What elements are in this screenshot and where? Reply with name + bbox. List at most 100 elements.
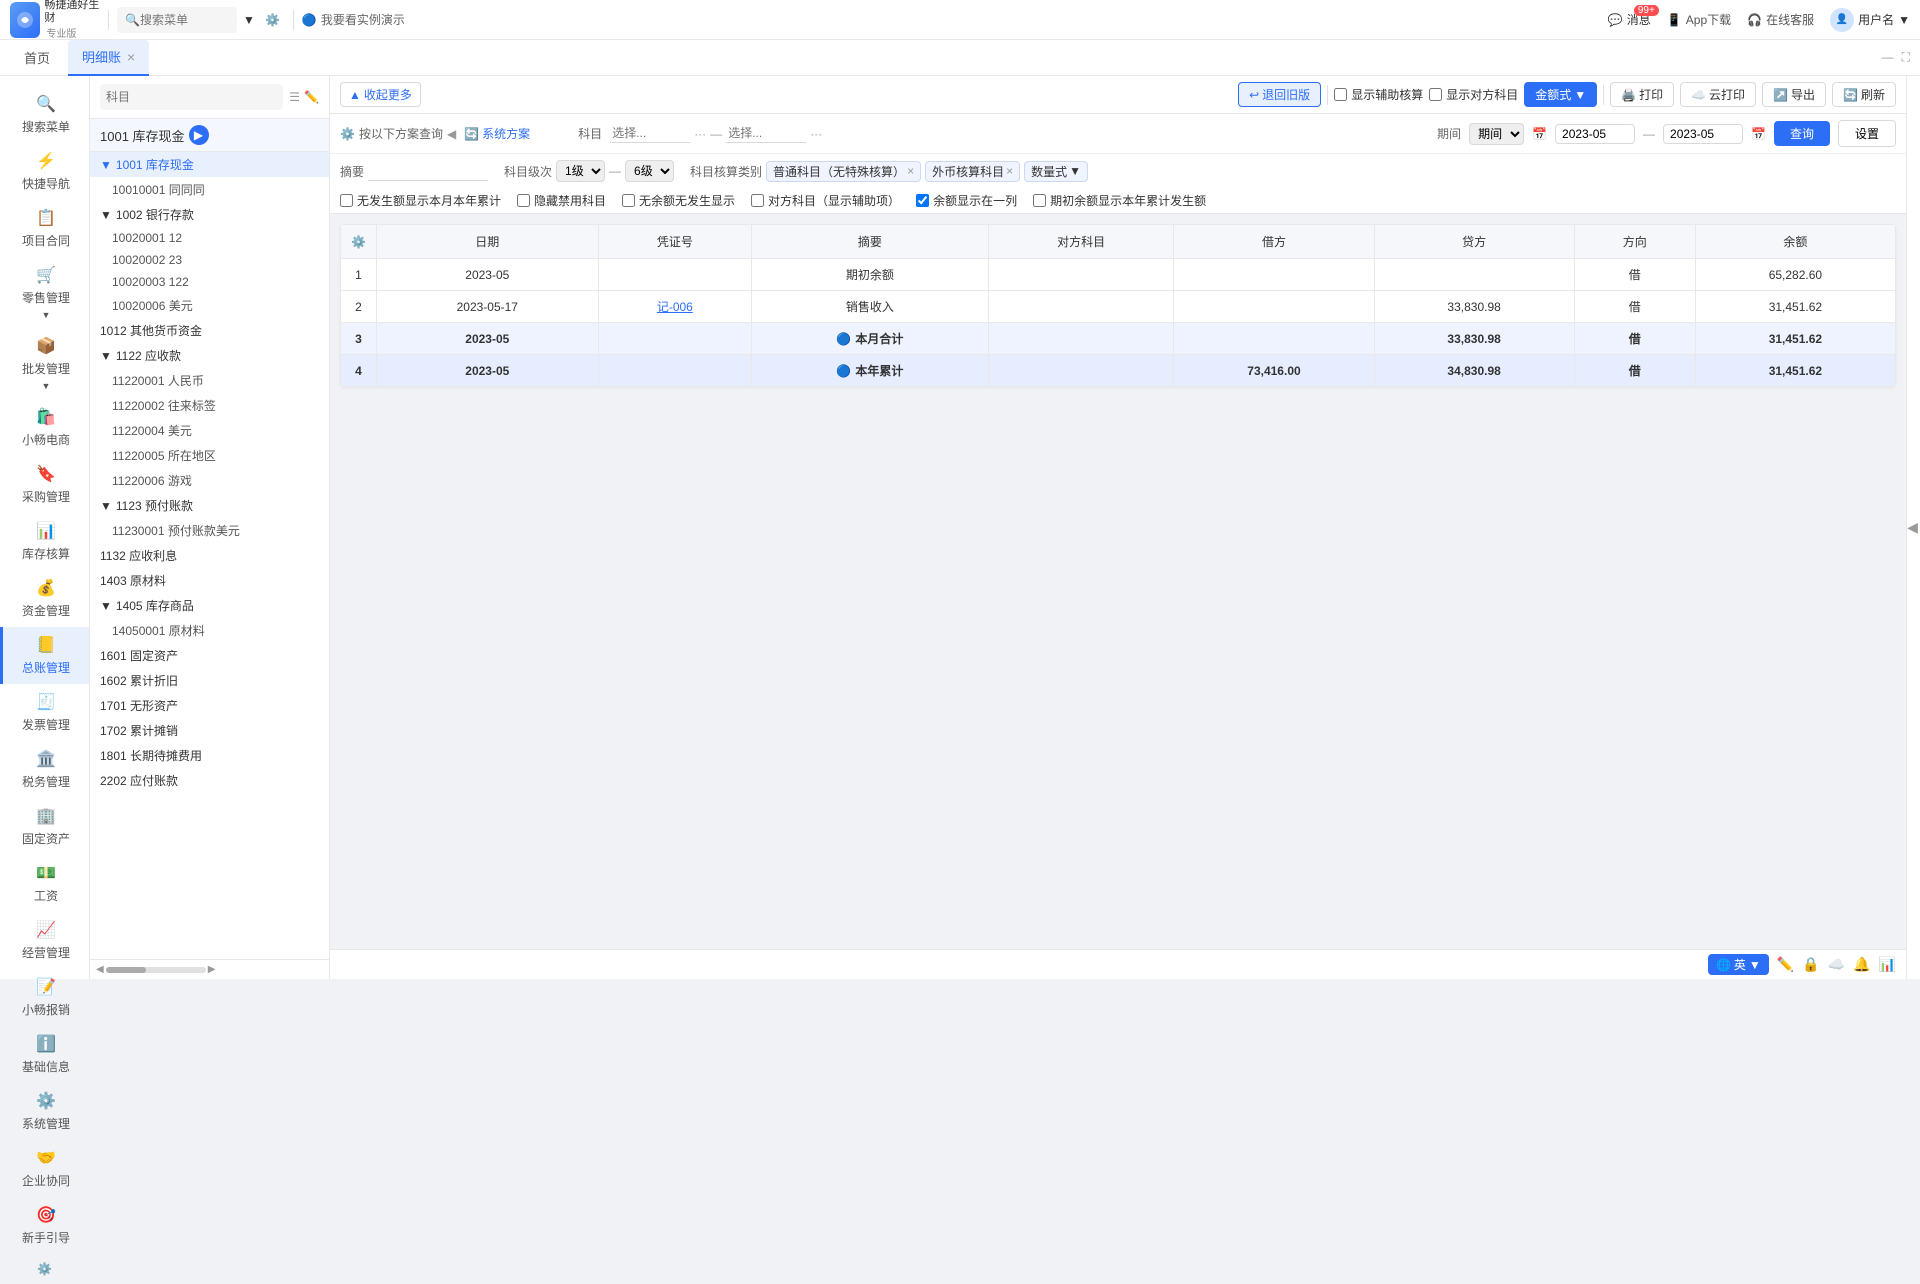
tab-ledger[interactable]: 明细账 × [68,40,149,76]
settings-icon[interactable]: ⚙️ [261,8,285,32]
tab-close-icon[interactable]: × [127,49,135,65]
print-btn[interactable]: 🖨️ 打印 [1610,82,1674,107]
sidebar-item-operations[interactable]: 📈 经营管理 [0,912,89,969]
tree-item-1002[interactable]: ▼ 1002 银行存款 [90,202,329,227]
notification-btn[interactable]: 💬 消息 99+ [1608,11,1651,28]
tree-item-11220006[interactable]: 11220006 游戏 [90,468,329,493]
tree-item-2202[interactable]: 2202 应付账款 [90,768,329,793]
tree-item-1132[interactable]: 1132 应收利息 [90,543,329,568]
currency-mode-btn[interactable]: 金额式 ▼ [1524,82,1597,107]
period-end-input[interactable] [1663,124,1743,144]
export-btn[interactable]: ↗️ 导出 [1762,82,1826,107]
cb-balance-one-col-input[interactable] [916,194,929,207]
cb-hide-disabled-input[interactable] [517,194,530,207]
tab-minimize-icon[interactable]: — [1882,50,1894,65]
sidebar-item-invoice[interactable]: 🧾 发票管理 [0,684,89,741]
sidebar-item-purchase[interactable]: 🔖 采购管理 [0,456,89,513]
filter-left-icon[interactable]: ◀ [447,127,456,141]
tree-item-11230001[interactable]: 11230001 预付账款美元 [90,518,329,543]
cb-contra-subject[interactable]: 对方科目（显示辅助项） [751,192,900,209]
tree-item-1012[interactable]: 1012 其他货币资金 [90,318,329,343]
tree-item-1403[interactable]: 1403 原材料 [90,568,329,593]
collapse-more-btn[interactable]: ▲ 收起更多 [340,82,421,107]
tree-item-10020006[interactable]: 10020006 美元 [90,293,329,318]
tag-normal-close[interactable]: × [907,164,914,178]
show-contra-input[interactable] [1429,88,1442,101]
search-dropdown[interactable]: ▼ [237,11,261,29]
sidebar-item-system[interactable]: ⚙️ 系统管理 [0,1083,89,1140]
tag-quantity[interactable]: 数量式 ▼ [1024,161,1088,182]
tree-item-10020001[interactable]: 10020001 12 [90,227,329,249]
right-collapse-panel[interactable]: ◀ [1906,76,1920,979]
cb-no-amount-input[interactable] [340,194,353,207]
voucher-link-2[interactable]: 记-006 [657,300,693,314]
sidebar-item-tax[interactable]: 🏛️ 税务管理 [0,741,89,798]
system-scheme-link[interactable]: 🔄 系统方案 [464,125,530,142]
tree-item-11220005[interactable]: 11220005 所在地区 [90,443,329,468]
sidebar-item-salary[interactable]: 💵 工资 [0,855,89,912]
search-input[interactable] [140,13,220,27]
scrollbar-thumb[interactable] [106,967,146,973]
cb-no-balance-input[interactable] [622,194,635,207]
show-assist-input[interactable] [1334,88,1347,101]
cb-no-balance[interactable]: 无余额无发生显示 [622,192,735,209]
cb-hide-disabled[interactable]: 隐藏禁用科目 [517,192,606,209]
scroll-right-icon[interactable]: ▶ [208,964,216,975]
sidebar-item-quick-nav[interactable]: ⚡ 快捷导航 [0,143,89,200]
cb-balance-one-col[interactable]: 余额显示在一列 [916,192,1017,209]
cb-contra-subject-input[interactable] [751,194,764,207]
sidebar-item-project[interactable]: 📋 项目合同 [0,200,89,257]
tree-item-1702[interactable]: 1702 累计摊销 [90,718,329,743]
sidebar-item-ledger[interactable]: 📒 总账管理 [0,627,89,684]
scroll-left-icon[interactable]: ◀ [96,964,104,975]
level-end-select[interactable]: 6级5级4级 [625,160,674,182]
tree-item-1122[interactable]: ▼ 1122 应收款 [90,343,329,368]
cb-opening-ytd[interactable]: 期初余额显示本年累计发生额 [1033,192,1206,209]
tree-item-14050001[interactable]: 14050001 原材料 [90,618,329,643]
edit-status-icon[interactable]: ✏️ [1777,956,1794,973]
tree-item-1001[interactable]: ▼ 1001 库存现金 [90,152,329,177]
show-assist-checkbox[interactable]: 显示辅助核算 [1334,86,1423,103]
account-search-box[interactable] [100,84,283,110]
refresh-btn[interactable]: 🔄 刷新 [1832,82,1896,107]
cloud-status-icon[interactable]: ☁️ [1828,956,1845,973]
period-type-select[interactable]: 期间 [1469,123,1524,145]
tree-item-10020003[interactable]: 10020003 122 [90,271,329,293]
tab-home[interactable]: 首页 [10,40,64,76]
app-download-btn[interactable]: 📱 App下载 [1667,11,1731,28]
cell-voucher-2[interactable]: 记-006 [598,291,751,323]
tag-foreign-close[interactable]: × [1006,164,1013,178]
sidebar-item-inventory[interactable]: 📊 库存核算 [0,513,89,570]
tag-normal[interactable]: 普通科目（无特殊核算） × [766,161,921,182]
th-settings[interactable]: ⚙️ [341,225,377,259]
sidebar-item-wholesale[interactable]: 📦 批发管理 ▼ [0,328,89,399]
tree-item-11220001[interactable]: 11220001 人民币 [90,368,329,393]
period-start-input[interactable] [1555,124,1635,144]
subject-input[interactable] [610,124,690,143]
sidebar-item-fixed-assets[interactable]: 🏢 固定资产 [0,798,89,855]
sidebar-item-ecommerce[interactable]: 🛍️ 小畅电商 [0,399,89,456]
edit-icon[interactable]: ✏️ [304,90,319,104]
cb-opening-ytd-input[interactable] [1033,194,1046,207]
show-contra-checkbox[interactable]: 显示对方科目 [1429,86,1518,103]
sidebar-item-retail[interactable]: 🛒 零售管理 ▼ [0,257,89,328]
lang-switch-btn[interactable]: 🌐 英 ▼ [1708,954,1769,975]
tag-foreign[interactable]: 外币核算科目 × [925,161,1020,182]
tree-item-1801[interactable]: 1801 长期待摊费用 [90,743,329,768]
cb-no-amount[interactable]: 无发生额显示本月本年累计 [340,192,501,209]
query-button[interactable]: 查询 [1774,121,1830,146]
tree-item-11220002[interactable]: 11220002 往来标签 [90,393,329,418]
tree-item-10020002[interactable]: 10020002 23 [90,249,329,271]
sidebar-settings[interactable]: ⚙️ [29,1254,60,1284]
subject-selector[interactable]: ··· — ··· [610,124,822,143]
lock-status-icon[interactable]: 🔒 [1802,956,1819,973]
cloud-print-btn[interactable]: ☁️ 云打印 [1680,82,1756,107]
tab-maximize-icon[interactable]: ⛶ [1902,50,1910,65]
account-nav-next[interactable]: ▶ [189,125,209,145]
top-search-box[interactable]: 🔍 [117,7,237,33]
sidebar-item-basic-info[interactable]: ℹ️ 基础信息 [0,1026,89,1083]
tree-item-10010001[interactable]: 10010001 同同同 [90,177,329,202]
tree-item-1602[interactable]: 1602 累计折旧 [90,668,329,693]
sidebar-item-search[interactable]: 🔍 搜索菜单 [0,86,89,143]
summary-input[interactable] [368,162,488,181]
